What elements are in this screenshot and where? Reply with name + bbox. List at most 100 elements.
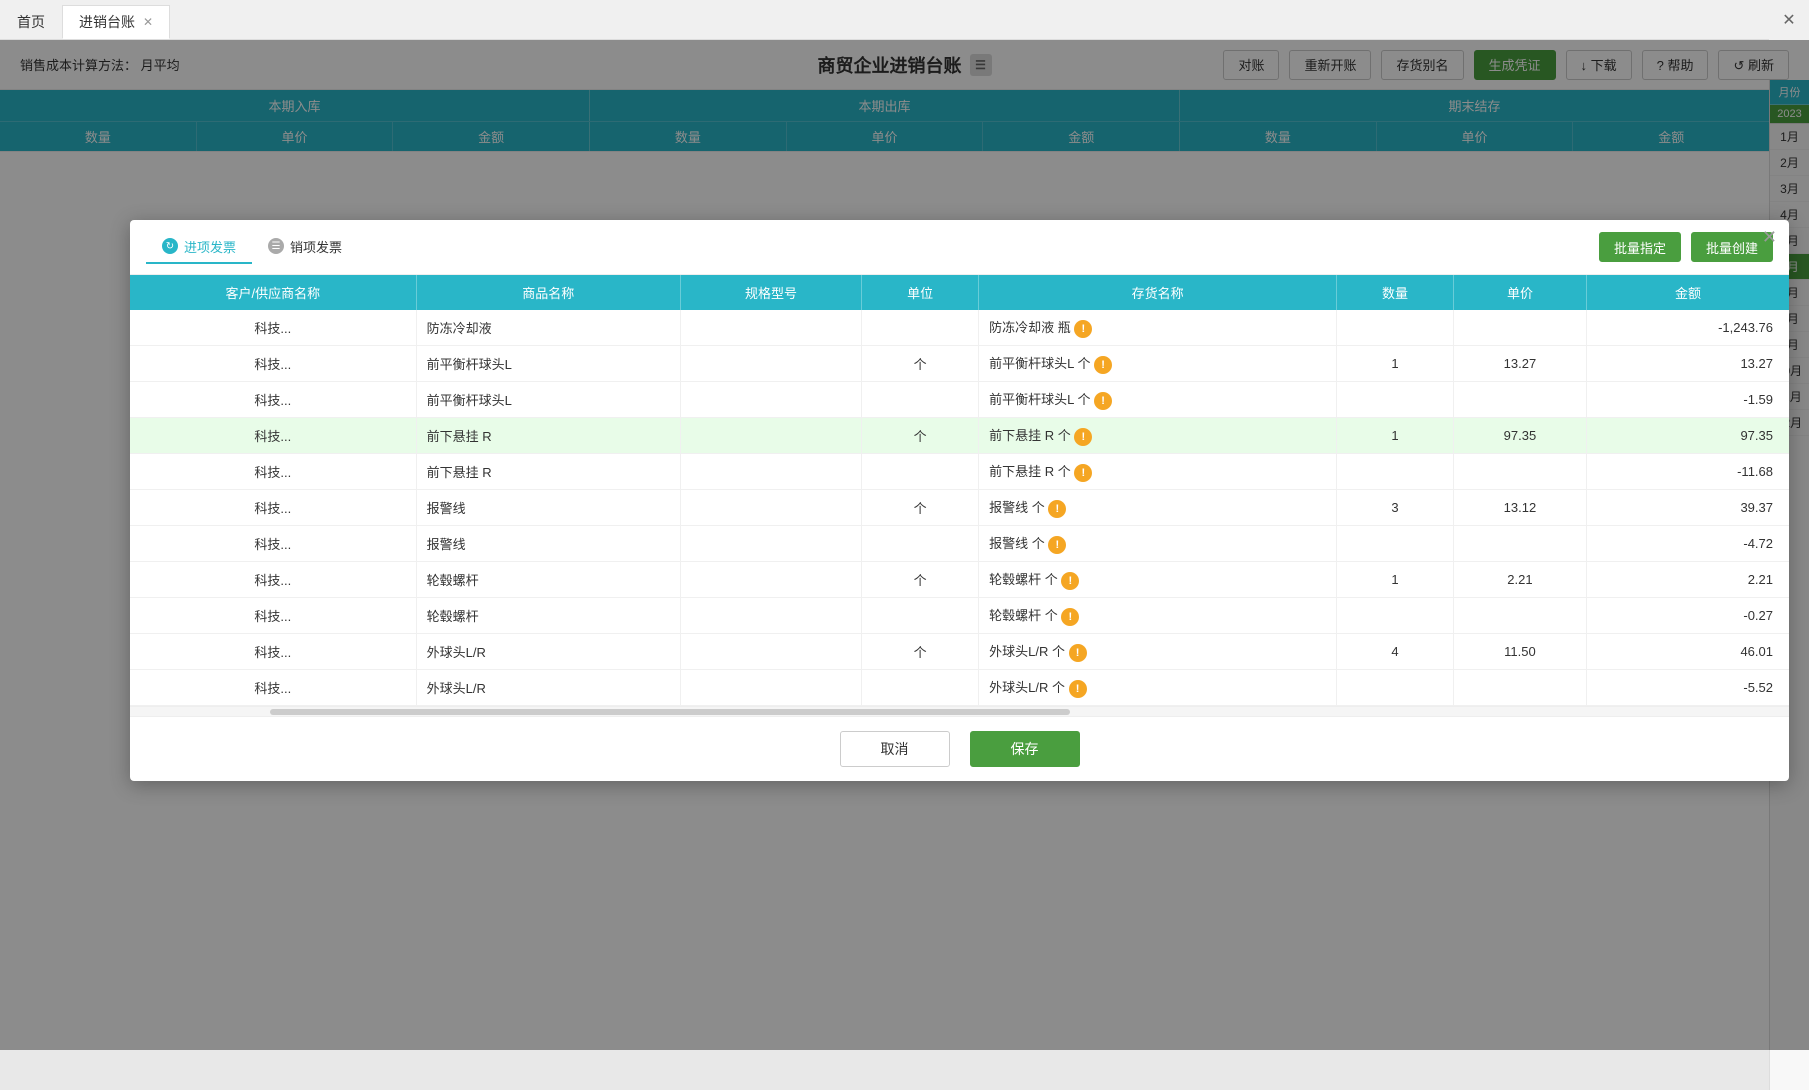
cell-supplier: 科技...	[130, 346, 416, 382]
cell-unit	[862, 526, 979, 562]
batch-assign-button[interactable]: 批量指定	[1599, 232, 1681, 262]
cell-unit-price: 13.27	[1453, 346, 1586, 382]
cell-spec	[680, 418, 862, 454]
window-close-icon: ✕	[1782, 10, 1795, 30]
cell-supplier: 科技...	[130, 598, 416, 634]
cell-product: 前平衡杆球头L	[416, 382, 680, 418]
table-row: 科技... 防冻冷却液 防冻冷却液 瓶 ! -1,243.76	[130, 310, 1789, 346]
warning-icon: !	[1061, 572, 1079, 590]
cell-spec	[680, 490, 862, 526]
cell-supplier: 科技...	[130, 526, 416, 562]
th-spec: 规格型号	[680, 275, 862, 310]
table-row: 科技... 前平衡杆球头L 个 前平衡杆球头L 个 ! 1 13.27 13.2…	[130, 346, 1789, 382]
cell-amount: -1.59	[1587, 382, 1790, 418]
batch-create-button[interactable]: 批量创建	[1691, 232, 1773, 262]
warning-icon: !	[1048, 500, 1066, 518]
cell-product: 前下悬挂 R	[416, 418, 680, 454]
cell-supplier: 科技...	[130, 418, 416, 454]
tab-ledger[interactable]: 进销台账 ✕	[62, 5, 170, 39]
cell-inventory: 前下悬挂 R 个 !	[979, 454, 1337, 490]
warning-icon: !	[1069, 644, 1087, 662]
cell-supplier: 科技...	[130, 670, 416, 706]
cell-quantity	[1337, 382, 1454, 418]
modal-tab-purchase[interactable]: ↻ 进项发票	[146, 230, 252, 264]
warning-icon: !	[1094, 392, 1112, 410]
save-button[interactable]: 保存	[970, 731, 1080, 767]
table-header-row: 客户/供应商名称 商品名称 规格型号 单位 存货名称 数量 单价 金额	[130, 275, 1789, 310]
table-row: 科技... 外球头L/R 外球头L/R 个 ! -5.52	[130, 670, 1789, 706]
purchase-tab-label: 进项发票	[184, 237, 236, 256]
modal-header-actions: 批量指定 批量创建	[1599, 232, 1773, 262]
warning-icon: !	[1048, 536, 1066, 554]
cell-unit	[862, 670, 979, 706]
cell-inventory: 轮毂螺杆 个 !	[979, 598, 1337, 634]
cell-product: 外球头L/R	[416, 670, 680, 706]
cell-spec	[680, 526, 862, 562]
cell-amount: -11.68	[1587, 454, 1790, 490]
modal-table-wrap[interactable]: 客户/供应商名称 商品名称 规格型号 单位 存货名称 数量 单价 金额 科技..…	[130, 275, 1789, 706]
cell-product: 轮毂螺杆	[416, 562, 680, 598]
cell-unit-price: 2.21	[1453, 562, 1586, 598]
window-close-button[interactable]: ✕	[1769, 0, 1809, 40]
modal-horizontal-scrollbar[interactable]	[130, 706, 1789, 716]
cell-supplier: 科技...	[130, 310, 416, 346]
cell-inventory: 轮毂螺杆 个 !	[979, 562, 1337, 598]
cell-quantity	[1337, 454, 1454, 490]
cell-spec	[680, 310, 862, 346]
cell-product: 轮毂螺杆	[416, 598, 680, 634]
table-row: 科技... 前下悬挂 R 前下悬挂 R 个 ! -11.68	[130, 454, 1789, 490]
th-inventory: 存货名称	[979, 275, 1337, 310]
warning-icon: !	[1069, 680, 1087, 698]
modal-dialog: ↻ 进项发票 ☰ 销项发票 批量指定 批量创建 ✕ 客户/供应商名称 商品名称	[130, 220, 1789, 781]
warning-icon: !	[1074, 428, 1092, 446]
warning-icon: !	[1061, 608, 1079, 626]
cell-quantity: 4	[1337, 634, 1454, 670]
warning-icon: !	[1094, 356, 1112, 374]
th-unit-price: 单价	[1453, 275, 1586, 310]
cell-inventory: 防冻冷却液 瓶 !	[979, 310, 1337, 346]
cell-amount: 2.21	[1587, 562, 1790, 598]
cell-spec	[680, 598, 862, 634]
cell-spec	[680, 634, 862, 670]
cell-supplier: 科技...	[130, 562, 416, 598]
cell-unit-price: 11.50	[1453, 634, 1586, 670]
cell-inventory: 前平衡杆球头L 个 !	[979, 346, 1337, 382]
cell-spec	[680, 346, 862, 382]
modal-close-button[interactable]: ✕	[1762, 228, 1777, 246]
cell-inventory: 外球头L/R 个 !	[979, 670, 1337, 706]
cell-unit-price	[1453, 382, 1586, 418]
table-row: 科技... 轮毂螺杆 个 轮毂螺杆 个 ! 1 2.21 2.21	[130, 562, 1789, 598]
cell-unit: 个	[862, 418, 979, 454]
cell-supplier: 科技...	[130, 634, 416, 670]
cell-quantity	[1337, 526, 1454, 562]
cell-amount: 39.37	[1587, 490, 1790, 526]
th-quantity: 数量	[1337, 275, 1454, 310]
purchase-tab-icon: ↻	[162, 238, 178, 254]
cell-unit: 个	[862, 346, 979, 382]
cell-amount: 97.35	[1587, 418, 1790, 454]
tab-home[interactable]: 首页	[0, 5, 62, 39]
modal-header: ↻ 进项发票 ☰ 销项发票 批量指定 批量创建 ✕	[130, 220, 1789, 275]
cell-amount: -4.72	[1587, 526, 1790, 562]
cell-supplier: 科技...	[130, 382, 416, 418]
cell-unit-price	[1453, 670, 1586, 706]
table-row: 科技... 外球头L/R 个 外球头L/R 个 ! 4 11.50 46.01	[130, 634, 1789, 670]
table-row: 科技... 轮毂螺杆 轮毂螺杆 个 ! -0.27	[130, 598, 1789, 634]
cell-unit: 个	[862, 490, 979, 526]
modal-footer: 取消 保存	[130, 716, 1789, 781]
cell-unit	[862, 454, 979, 490]
modal-tab-sales[interactable]: ☰ 销项发票	[252, 230, 358, 264]
cell-product: 前下悬挂 R	[416, 454, 680, 490]
cancel-button[interactable]: 取消	[840, 731, 950, 767]
cell-unit: 个	[862, 634, 979, 670]
cell-inventory: 前下悬挂 R 个 !	[979, 418, 1337, 454]
cell-product: 外球头L/R	[416, 634, 680, 670]
cell-amount: 13.27	[1587, 346, 1790, 382]
tab-ledger-close[interactable]: ✕	[143, 15, 153, 29]
th-product: 商品名称	[416, 275, 680, 310]
table-row: 科技... 前下悬挂 R 个 前下悬挂 R 个 ! 1 97.35 97.35	[130, 418, 1789, 454]
cell-unit	[862, 598, 979, 634]
modal-scrollbar-thumb[interactable]	[270, 709, 1070, 715]
cell-amount: -5.52	[1587, 670, 1790, 706]
cell-spec	[680, 454, 862, 490]
